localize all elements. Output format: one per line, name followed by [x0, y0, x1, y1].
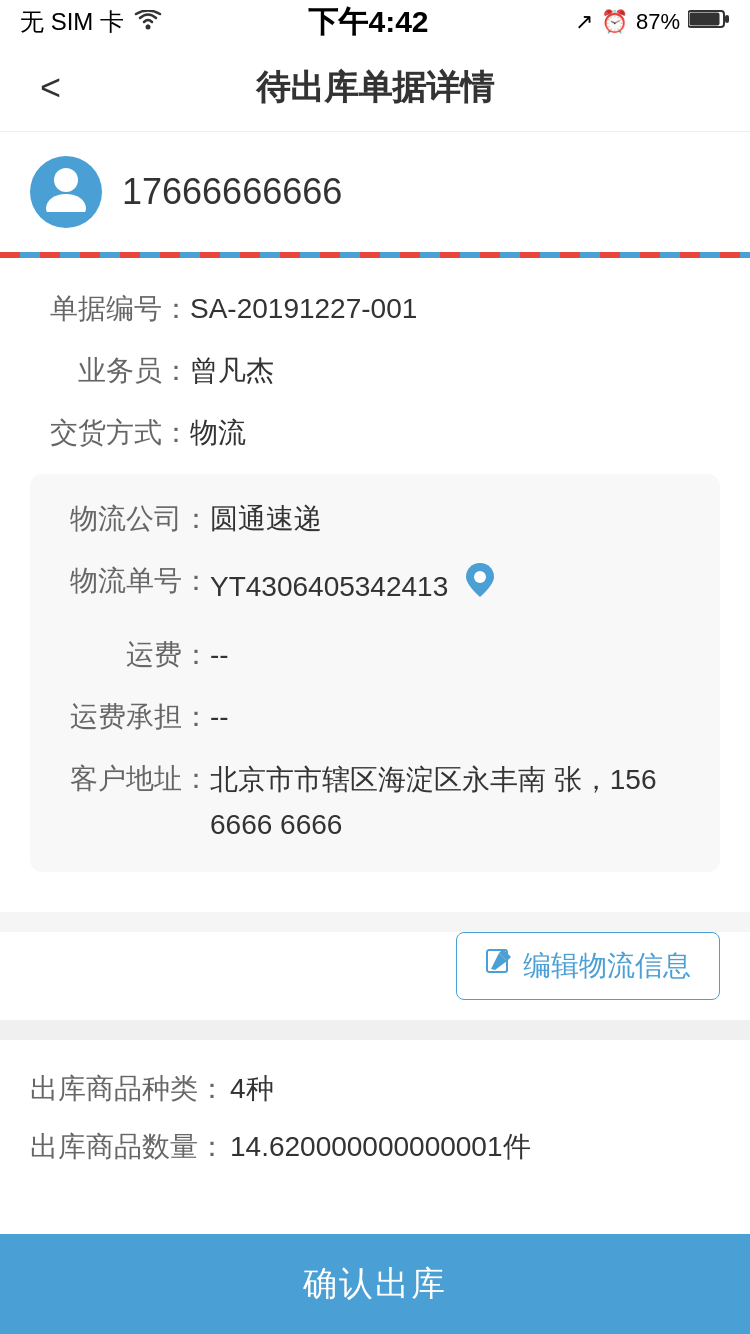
svg-rect-3 — [725, 15, 729, 23]
product-section: 出库商品种类： 4种 出库商品数量： 14.620000000000001件 — [0, 1040, 750, 1216]
svg-point-0 — [146, 25, 151, 30]
carrier-label: 无 SIM 卡 — [20, 6, 124, 38]
delivery-method-row: 交货方式： 物流 — [30, 412, 720, 454]
status-time: 下午4:42 — [308, 2, 428, 43]
svg-rect-2 — [689, 13, 719, 26]
document-number-label: 单据编号： — [30, 288, 190, 330]
logistics-card: 物流公司： 圆通速递 物流单号： YT4306405342413 运费： — [30, 474, 720, 872]
freight-label: 运费： — [50, 634, 210, 676]
svg-point-6 — [474, 571, 486, 583]
document-number-value: SA-20191227-001 — [190, 288, 720, 330]
location-status-icon: ↗ — [575, 9, 593, 35]
edit-btn-container: 编辑物流信息 — [0, 932, 750, 1020]
product-quantity-value: 14.620000000000001件 — [230, 1128, 531, 1166]
product-type-value: 4种 — [230, 1070, 274, 1108]
tracking-number-label: 物流单号： — [50, 560, 210, 602]
alarm-icon: ⏰ — [601, 9, 628, 35]
confirm-button[interactable]: 确认出库 — [0, 1234, 750, 1334]
status-right: ↗ ⏰ 87% — [575, 9, 730, 35]
logistics-company-label: 物流公司： — [50, 498, 210, 540]
tracking-number-container: YT4306405342413 — [210, 560, 700, 614]
freight-row: 运费： -- — [50, 634, 700, 676]
freight-value: -- — [210, 634, 700, 676]
document-number-row: 单据编号： SA-20191227-001 — [30, 288, 720, 330]
freight-bearer-row: 运费承担： -- — [50, 696, 700, 738]
freight-bearer-label: 运费承担： — [50, 696, 210, 738]
logistics-company-row: 物流公司： 圆通速递 — [50, 498, 700, 540]
section-separator — [0, 1020, 750, 1040]
tracking-number-row: 物流单号： YT4306405342413 — [50, 560, 700, 614]
order-info-section: 单据编号： SA-20191227-001 业务员： 曾凡杰 交货方式： 物流 … — [0, 258, 750, 912]
battery-icon — [688, 9, 730, 35]
edit-logistics-button[interactable]: 编辑物流信息 — [456, 932, 720, 1000]
phone-number: 17666666666 — [122, 171, 342, 213]
edit-icon — [485, 948, 513, 983]
product-quantity-row: 出库商品数量： 14.620000000000001件 — [30, 1128, 720, 1166]
customer-address-value: 北京市市辖区海淀区永丰南 张，156 6666 6666 — [210, 758, 700, 848]
edit-logistics-label: 编辑物流信息 — [523, 947, 691, 985]
status-left: 无 SIM 卡 — [20, 6, 162, 38]
product-quantity-label: 出库商品数量： — [30, 1128, 230, 1166]
sales-person-row: 业务员： 曾凡杰 — [30, 350, 720, 392]
avatar-icon — [45, 164, 87, 221]
bottom-bar: 确认出库 — [0, 1234, 750, 1334]
delivery-method-label: 交货方式： — [30, 412, 190, 454]
battery-label: 87% — [636, 9, 680, 35]
customer-address-label: 客户地址： — [50, 758, 210, 800]
freight-bearer-value: -- — [210, 696, 700, 738]
tracking-number-value: YT4306405342413 — [210, 566, 448, 608]
sales-person-label: 业务员： — [30, 350, 190, 392]
sales-person-value: 曾凡杰 — [190, 350, 720, 392]
status-bar: 无 SIM 卡 下午4:42 ↗ ⏰ 87% — [0, 0, 750, 44]
nav-bar: < 待出库单据详情 — [0, 44, 750, 132]
delivery-method-value: 物流 — [190, 412, 720, 454]
page-title: 待出库单据详情 — [256, 65, 494, 111]
logistics-company-value: 圆通速递 — [210, 498, 700, 540]
svg-point-4 — [54, 168, 78, 192]
wifi-icon — [134, 8, 162, 36]
svg-point-5 — [46, 194, 86, 212]
product-type-label: 出库商品种类： — [30, 1070, 230, 1108]
product-type-row: 出库商品种类： 4种 — [30, 1070, 720, 1108]
back-button[interactable]: < — [30, 57, 71, 119]
customer-address-row: 客户地址： 北京市市辖区海淀区永丰南 张，156 6666 6666 — [50, 758, 700, 848]
tracking-location-icon[interactable] — [464, 560, 496, 614]
avatar — [30, 156, 102, 228]
phone-section: 17666666666 — [0, 132, 750, 252]
